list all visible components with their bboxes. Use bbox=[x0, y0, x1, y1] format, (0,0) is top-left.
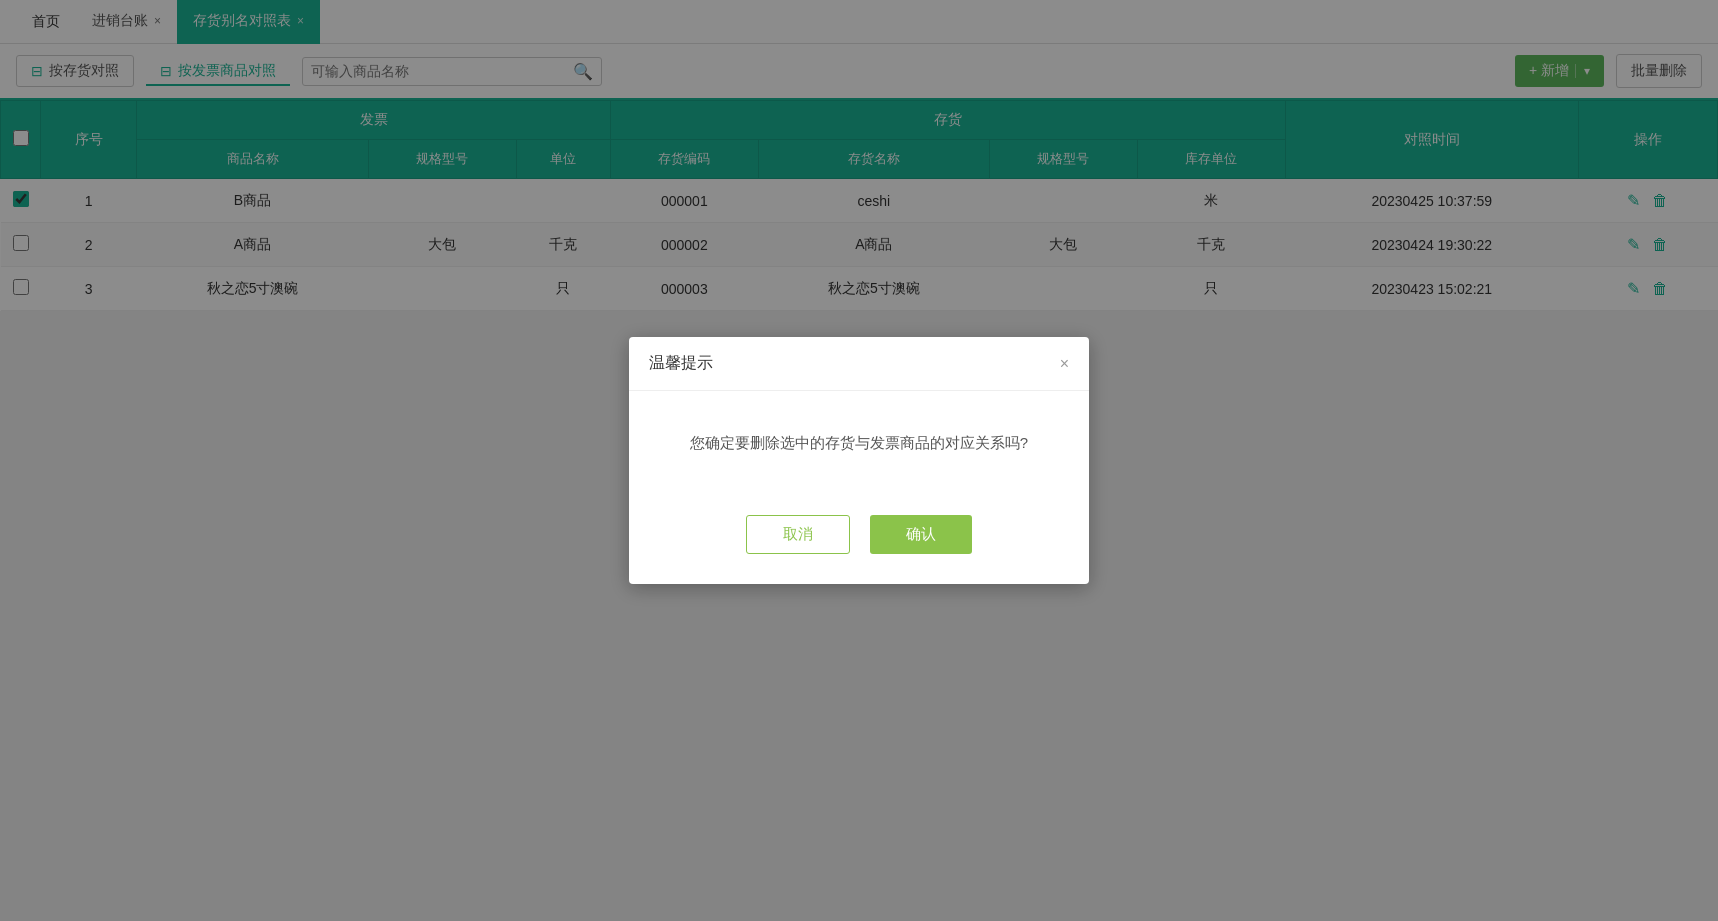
dialog-title: 温馨提示 bbox=[649, 353, 713, 374]
dialog-footer: 取消 确认 bbox=[629, 495, 1089, 584]
dialog-body: 您确定要删除选中的存货与发票商品的对应关系吗? bbox=[629, 391, 1089, 495]
dialog-close-button[interactable]: × bbox=[1060, 355, 1069, 373]
confirm-dialog: 温馨提示 × 您确定要删除选中的存货与发票商品的对应关系吗? 取消 确认 bbox=[629, 337, 1089, 584]
dialog-cancel-button[interactable]: 取消 bbox=[746, 515, 850, 554]
modal-overlay: 温馨提示 × 您确定要删除选中的存货与发票商品的对应关系吗? 取消 确认 bbox=[0, 0, 1718, 921]
dialog-confirm-button[interactable]: 确认 bbox=[870, 515, 972, 554]
dialog-header: 温馨提示 × bbox=[629, 337, 1089, 391]
dialog-message: 您确定要删除选中的存货与发票商品的对应关系吗? bbox=[690, 434, 1028, 451]
